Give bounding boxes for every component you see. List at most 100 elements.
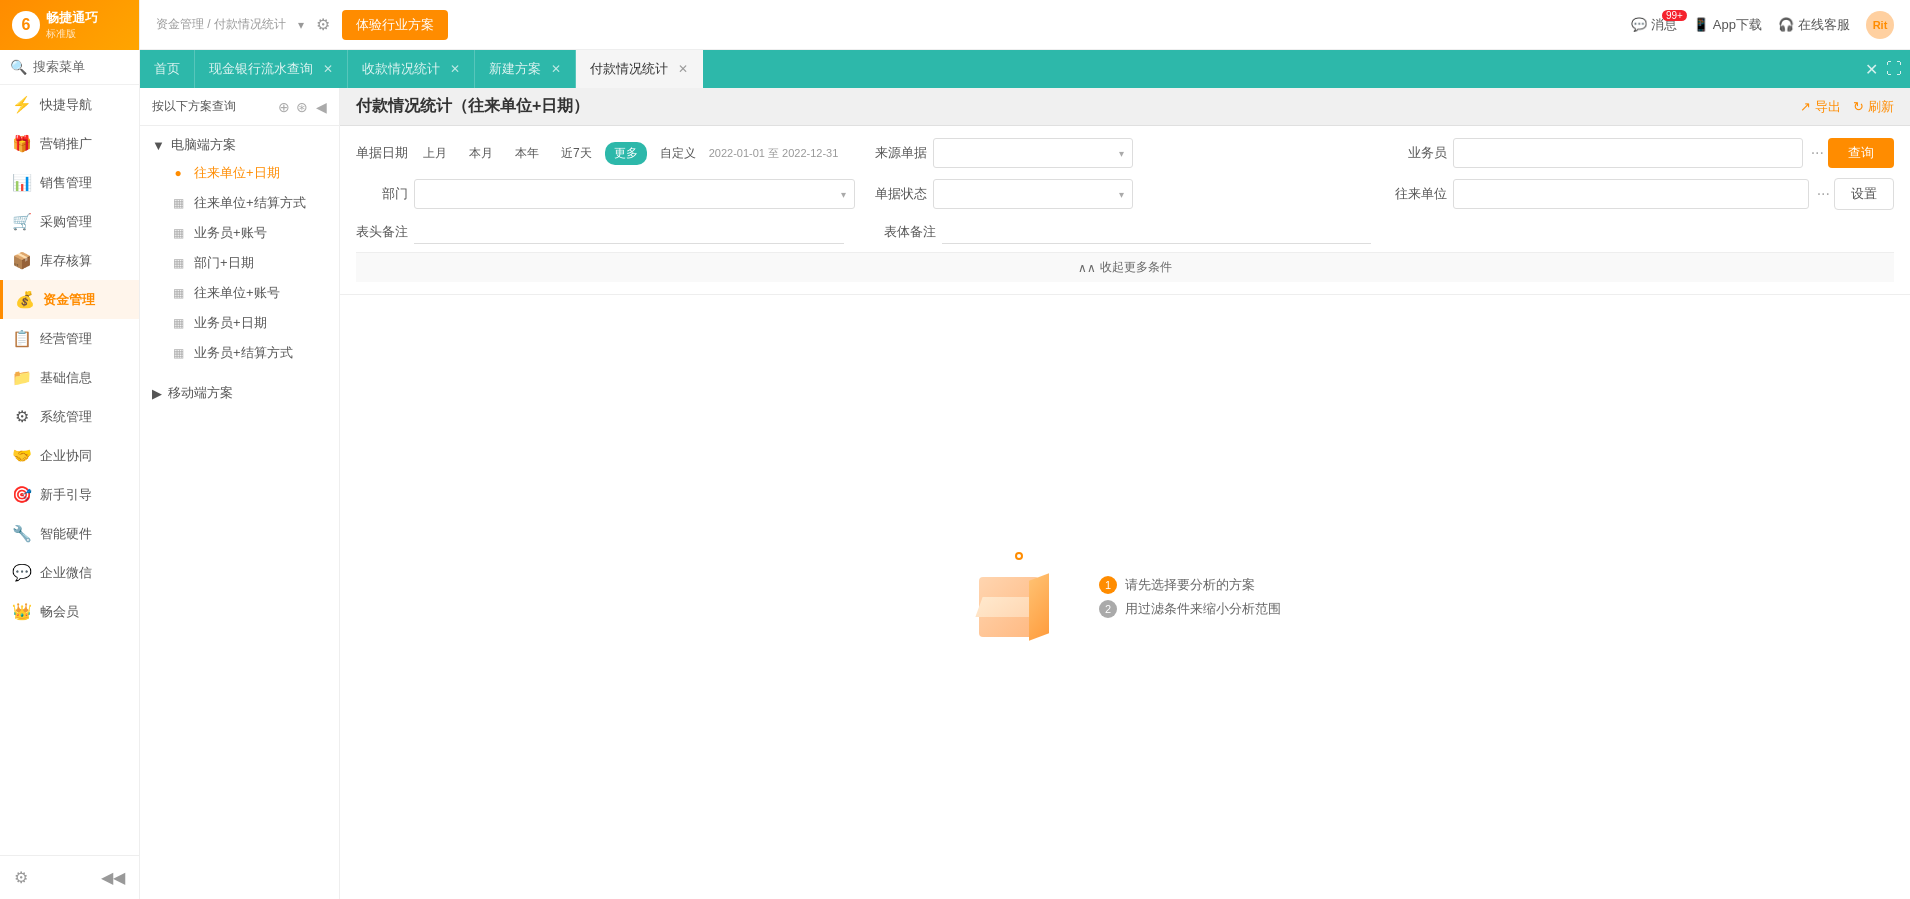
partner-select[interactable] (1453, 179, 1809, 209)
breadcrumb-dropdown[interactable]: ▾ (298, 18, 304, 32)
source-select[interactable]: ▾ (933, 138, 1133, 168)
menu-label: 畅会员 (40, 603, 79, 621)
scheme-item-partner-account[interactable]: ▦往来单位+账号 (140, 278, 339, 308)
menu-label: 经营管理 (40, 330, 92, 348)
left-panel-collapse-icon[interactable]: ◀ (316, 99, 327, 115)
refresh-btn[interactable]: ↻ 刷新 (1853, 98, 1894, 116)
partner-more-icon[interactable]: ··· (1817, 185, 1830, 203)
page-title-bar: 付款情况统计（往来单位+日期） ↗ 导出 ↻ 刷新 (340, 88, 1910, 126)
body-note-input[interactable] (942, 220, 1372, 244)
tab-new-scheme[interactable]: 新建方案✕ (475, 50, 576, 88)
sidebar-item-member[interactable]: 👑畅会员 (0, 592, 139, 631)
scheme-item-partner-date[interactable]: ● 往来单位+日期 (140, 158, 339, 188)
menu-icon: 🎁 (12, 134, 32, 153)
scheme-radio-icon: ● (168, 166, 188, 180)
dept-label: 部门 (356, 185, 408, 203)
bill-status-label: 单据状态 (875, 185, 927, 203)
tab-close-icon[interactable]: ✕ (323, 62, 333, 76)
scheme-item-dept-date[interactable]: ▦部门+日期 (140, 248, 339, 278)
tab-close-icon[interactable]: ✕ (551, 62, 561, 76)
filter-header-note-cell: 表头备注 (356, 220, 844, 244)
sidebar-item-marketing[interactable]: 🎁 营销推广 (0, 124, 139, 163)
filter-body-note-cell: 表体备注 (884, 220, 1372, 244)
left-panel-header: 按以下方案查询 ⊕ ⊛ ◀ (140, 88, 339, 126)
filter-date-cell: 单据日期 上月本月本年近7天更多自定义 2022-01-01 至 2022-12… (356, 142, 855, 165)
date-pill[interactable]: 本年 (506, 142, 548, 165)
add-scheme-icon[interactable]: ⊕ (278, 99, 290, 115)
tab-home[interactable]: 首页 (140, 50, 195, 88)
scheme-item-staff-account[interactable]: ▦业务员+账号 (140, 218, 339, 248)
sidebar-title: 畅捷通巧 (46, 9, 98, 27)
dept-select[interactable]: ▾ (414, 179, 855, 209)
sidebar-item-wechat[interactable]: 💬企业微信 (0, 553, 139, 592)
date-pill[interactable]: 更多 (605, 142, 647, 165)
tab-payment-stats[interactable]: 付款情况统计✕ (576, 50, 703, 88)
sidebar-item-sales[interactable]: 📊 销售管理 (0, 163, 139, 202)
sidebar-item-system[interactable]: ⚙系统管理 (0, 397, 139, 436)
sidebar-item-cooperation[interactable]: 🤝企业协同 (0, 436, 139, 475)
staff-more-icon[interactable]: ··· (1811, 144, 1824, 162)
menu-icon: 📊 (12, 173, 32, 192)
staff-select[interactable] (1453, 138, 1803, 168)
online-service-btn[interactable]: 🎧 在线客服 (1778, 16, 1850, 34)
sidebar-footer: ⚙ ◀◀ (0, 855, 139, 899)
group-label: 移动端方案 (168, 384, 233, 402)
topbar-settings-icon[interactable]: ⚙ (316, 15, 330, 34)
page-title-actions: ↗ 导出 ↻ 刷新 (1800, 98, 1894, 116)
sidebar-item-inventory[interactable]: 📦库存核算 (0, 241, 139, 280)
avatar[interactable]: Rit (1866, 11, 1894, 39)
scheme-item-staff-date[interactable]: ▦业务员+日期 (140, 308, 339, 338)
sidebar-subtitle: 标准版 (46, 27, 98, 41)
message-btn[interactable]: 💬 消息 99+ (1631, 16, 1677, 34)
settings-btn[interactable]: 设置 (1834, 178, 1894, 210)
close-all-icon[interactable]: ✕ (1865, 60, 1878, 79)
collapse-more-btn[interactable]: ∧∧ 收起更多条件 (356, 252, 1894, 282)
scheme-settings-icon[interactable]: ⊛ (296, 99, 308, 115)
date-pill[interactable]: 本月 (460, 142, 502, 165)
sidebar-item-operations[interactable]: 📋经营管理 (0, 319, 139, 358)
date-pill[interactable]: 上月 (414, 142, 456, 165)
collapse-icon[interactable]: ◀◀ (101, 868, 125, 887)
query-btn[interactable]: 查询 (1828, 138, 1894, 168)
sidebar-logo: 6 (12, 11, 40, 39)
expand-icon[interactable]: ⛶ (1886, 60, 1902, 78)
sidebar-brand: 畅捷通巧 标准版 (46, 9, 98, 41)
date-pill[interactable]: 近7天 (552, 142, 601, 165)
sidebar-search[interactable]: 🔍 搜索菜单 (0, 50, 139, 85)
scheme-item-partner-settle[interactable]: ▦往来单位+结算方式 (140, 188, 339, 218)
empty-hint-2: 2 用过滤条件来缩小分析范围 (1099, 600, 1281, 618)
filter-row-3: 表头备注 表体备注 (356, 220, 1894, 244)
sidebar-item-guide[interactable]: 🎯新手引导 (0, 475, 139, 514)
menu-label: 库存核算 (40, 252, 92, 270)
date-pill[interactable]: 自定义 (651, 142, 705, 165)
header-note-input[interactable] (414, 220, 844, 244)
date-range-text: 2022-01-01 至 2022-12-31 (709, 146, 839, 161)
scheme-item-label: 往来单位+日期 (194, 164, 280, 182)
date-pills: 上月本月本年近7天更多自定义 (414, 142, 705, 165)
source-label: 来源单据 (875, 144, 927, 162)
export-btn[interactable]: ↗ 导出 (1800, 98, 1841, 116)
sidebar-item-capital[interactable]: 💰资金管理 (0, 280, 139, 319)
scheme-group-header[interactable]: ▼电脑端方案 (140, 132, 339, 158)
menu-label: 销售管理 (40, 174, 92, 192)
sidebar-item-hardware[interactable]: 🔧智能硬件 (0, 514, 139, 553)
tab-close-icon[interactable]: ✕ (450, 62, 460, 76)
sidebar-item-basic[interactable]: 📁基础信息 (0, 358, 139, 397)
tab-cash-flow[interactable]: 现金银行流水查询✕ (195, 50, 348, 88)
menu-label: 营销推广 (40, 135, 92, 153)
sidebar-item-quick-nav[interactable]: ⚡快捷导航 (0, 85, 139, 124)
bill-status-arrow: ▾ (1119, 189, 1124, 200)
tab-close-icon[interactable]: ✕ (678, 62, 688, 76)
scheme-item-label: 往来单位+结算方式 (194, 194, 306, 212)
sidebar-item-purchase[interactable]: 🛒采购管理 (0, 202, 139, 241)
right-content: 付款情况统计（往来单位+日期） ↗ 导出 ↻ 刷新 (340, 88, 1910, 899)
scheme-item-staff-settle[interactable]: ▦业务员+结算方式 (140, 338, 339, 368)
scheme-item-label: 业务员+日期 (194, 314, 267, 332)
settings-icon[interactable]: ⚙ (14, 868, 28, 887)
scheme-group-header[interactable]: ▶移动端方案 (140, 380, 339, 406)
menu-icon: 🎯 (12, 485, 32, 504)
trial-btn[interactable]: 体验行业方案 (342, 10, 448, 40)
tab-receipt-stats[interactable]: 收款情况统计✕ (348, 50, 475, 88)
bill-status-select[interactable]: ▾ (933, 179, 1133, 209)
app-download-btn[interactable]: 📱 App下载 (1693, 16, 1762, 34)
